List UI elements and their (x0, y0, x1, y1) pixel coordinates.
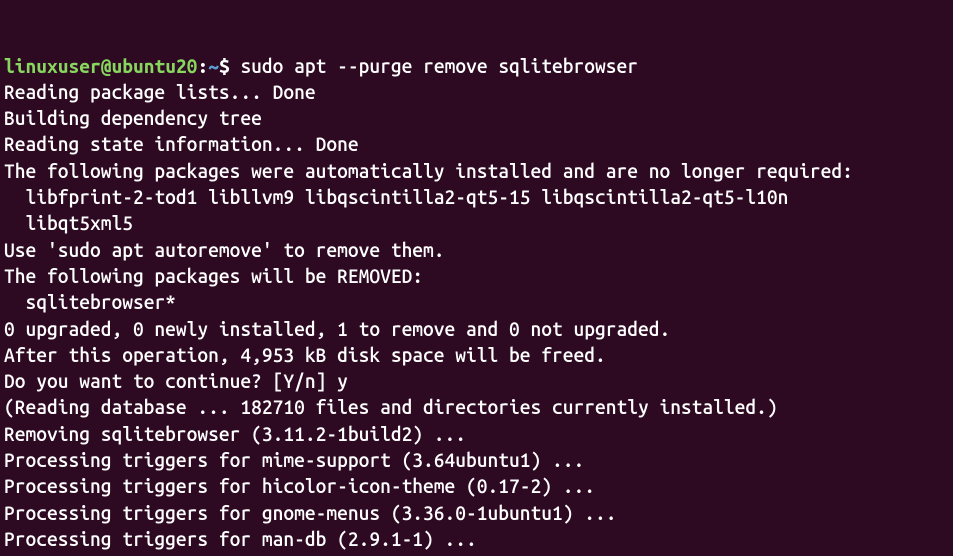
prompt-user: linuxuser (4, 55, 101, 77)
output-line: Use 'sudo apt autoremove' to remove them… (4, 239, 445, 261)
output-line: The following packages will be REMOVED: (4, 265, 423, 287)
output-line: 0 upgraded, 0 newly installed, 1 to remo… (4, 318, 670, 340)
output-line: After this operation, 4,953 kB disk spac… (4, 344, 606, 366)
output-line: Building dependency tree (4, 107, 262, 129)
output-line: libfprint-2-tod1 libllvm9 libqscintilla2… (4, 186, 788, 208)
prompt-colon: : (197, 55, 208, 77)
output-line: Processing triggers for hicolor-icon-the… (4, 475, 595, 497)
prompt-dollar: $ (219, 55, 241, 77)
truncated-line-top (4, 28, 531, 50)
output-line: The following packages were automaticall… (4, 160, 853, 182)
prompt-host: ubuntu20 (111, 55, 197, 77)
output-line: libqt5xml5 (4, 212, 133, 234)
output-line: Processing triggers for mime-support (3.… (4, 449, 584, 471)
prompt-at: @ (101, 55, 112, 77)
output-line: sqlitebrowser* (4, 291, 176, 313)
terminal-output[interactable]: linuxuser@ubuntu20:~$ sudo apt --purge r… (0, 0, 953, 556)
output-line: Do you want to continue? [Y/n] y (4, 370, 348, 392)
command-text: sudo apt --purge remove sqlitebrowser (240, 55, 638, 77)
output-line: Reading state information... Done (4, 133, 359, 155)
output-line: (Reading database ... 182710 files and d… (4, 396, 778, 418)
output-line: Reading package lists... Done (4, 81, 316, 103)
output-line: Processing triggers for man-db (2.9.1-1)… (4, 528, 477, 550)
prompt-line-1: linuxuser@ubuntu20:~$ sudo apt --purge r… (4, 55, 638, 77)
prompt-path: ~ (208, 55, 219, 77)
output-line: Processing triggers for gnome-menus (3.3… (4, 502, 616, 524)
output-line: Removing sqlitebrowser (3.11.2-1build2) … (4, 423, 466, 445)
